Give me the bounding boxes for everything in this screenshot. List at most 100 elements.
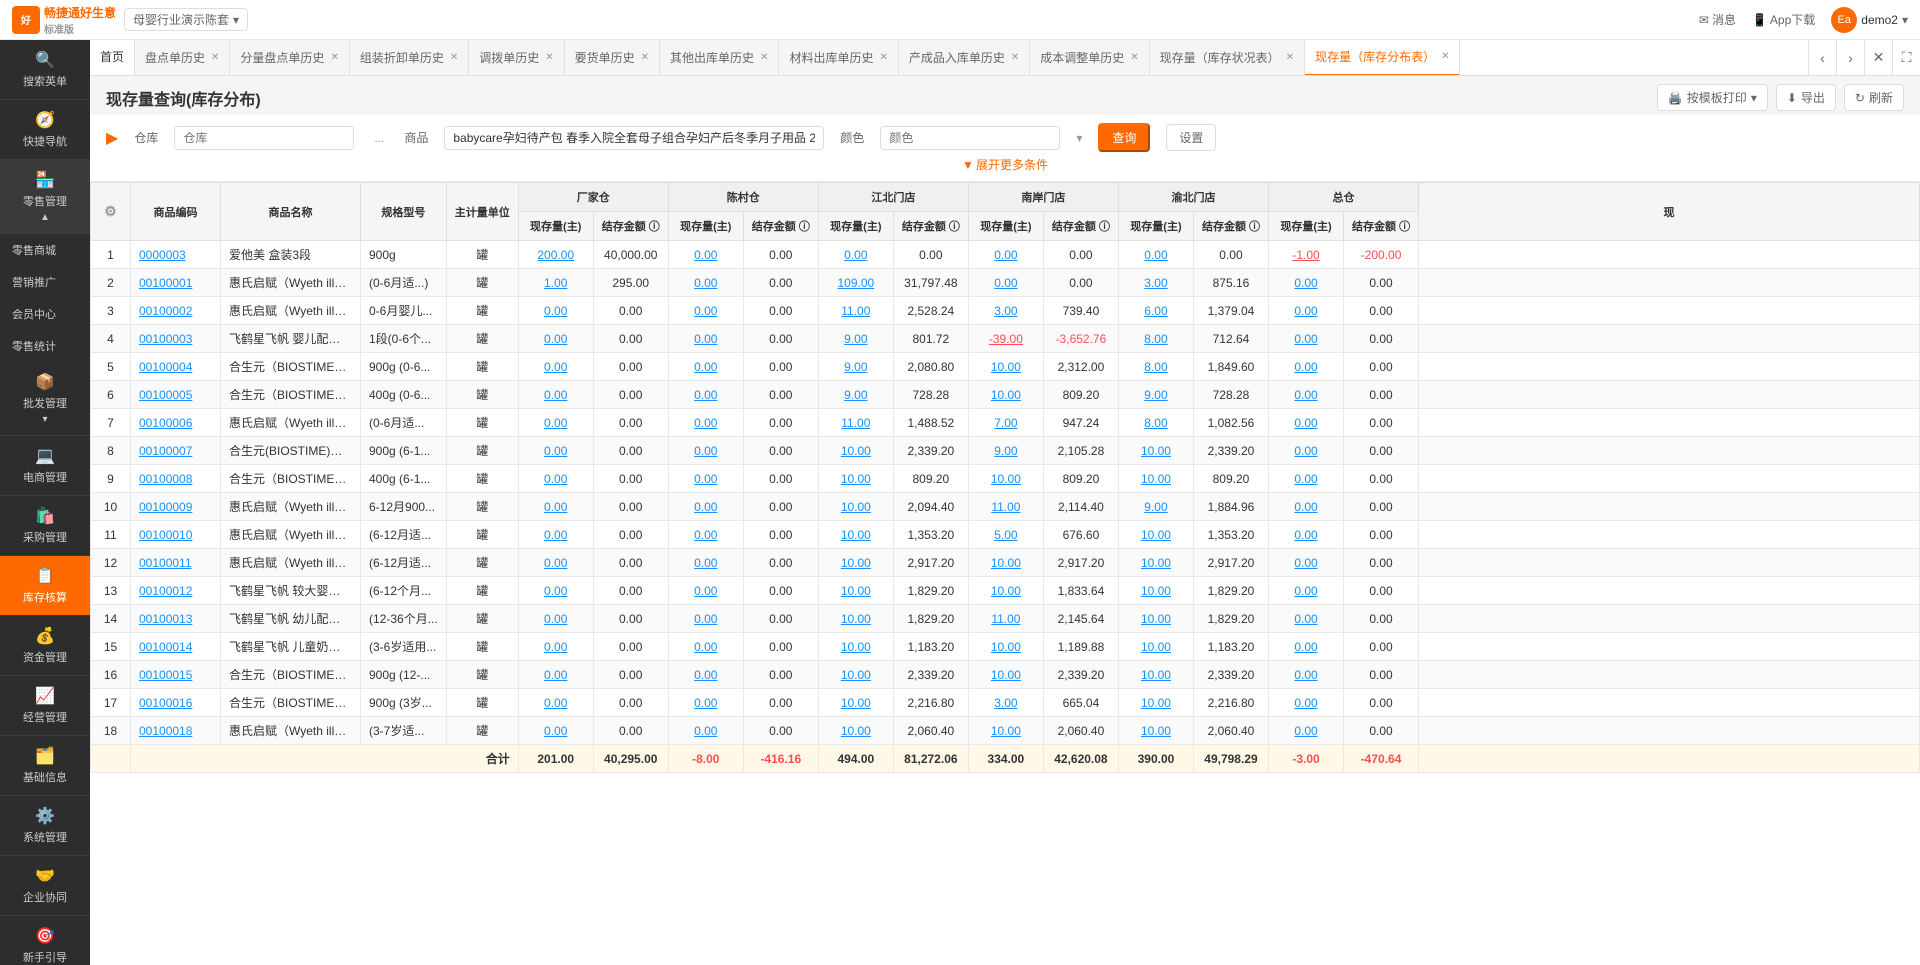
cell-n-qty[interactable]: 10.00: [968, 661, 1043, 689]
cell-y-qty[interactable]: 10.00: [1118, 437, 1193, 465]
sidebar-item-wholesale[interactable]: 📦 批发管理 ▾: [0, 362, 90, 436]
cell-t-qty[interactable]: -1.00: [1269, 241, 1344, 269]
tab-partial-stockcheck[interactable]: 分量盘点单历史 ✕: [230, 40, 349, 76]
cell-code[interactable]: 00100006: [131, 409, 221, 437]
cell-c-qty[interactable]: 0.00: [668, 409, 743, 437]
sidebar-item-base-info[interactable]: 🗂️ 基础信息: [0, 736, 90, 796]
cell-n-qty[interactable]: 10.00: [968, 549, 1043, 577]
cell-t-qty[interactable]: 0.00: [1269, 577, 1344, 605]
cell-y-qty[interactable]: 10.00: [1118, 689, 1193, 717]
cell-y-qty[interactable]: 8.00: [1118, 325, 1193, 353]
cell-c-qty[interactable]: 0.00: [668, 269, 743, 297]
close-icon[interactable]: ✕: [211, 52, 219, 63]
cell-c-qty[interactable]: 0.00: [668, 661, 743, 689]
cell-t-qty[interactable]: 0.00: [1269, 549, 1344, 577]
cell-t-qty[interactable]: 0.00: [1269, 521, 1344, 549]
tab-requisition[interactable]: 要货单历史 ✕: [565, 40, 660, 76]
cell-j-qty[interactable]: 10.00: [818, 493, 893, 521]
cell-j-qty[interactable]: 10.00: [818, 465, 893, 493]
cell-f-qty[interactable]: 200.00: [518, 241, 593, 269]
cell-n-qty[interactable]: 10.00: [968, 381, 1043, 409]
settings-icon[interactable]: ⚙: [104, 203, 117, 219]
cell-code[interactable]: 00100007: [131, 437, 221, 465]
cell-j-qty[interactable]: 10.00: [818, 521, 893, 549]
cell-f-qty[interactable]: 0.00: [518, 717, 593, 745]
cell-y-qty[interactable]: 6.00: [1118, 297, 1193, 325]
sidebar-item-nav[interactable]: 🧭 快捷导航: [0, 100, 90, 160]
cell-t-qty[interactable]: 0.00: [1269, 353, 1344, 381]
cell-j-qty[interactable]: 10.00: [818, 689, 893, 717]
cell-f-qty[interactable]: 0.00: [518, 353, 593, 381]
cell-y-qty[interactable]: 10.00: [1118, 577, 1193, 605]
cell-code[interactable]: 00100012: [131, 577, 221, 605]
close-icon[interactable]: ✕: [760, 52, 768, 63]
cell-y-qty[interactable]: 10.00: [1118, 661, 1193, 689]
sidebar-item-system[interactable]: ⚙️ 系统管理: [0, 796, 90, 856]
cell-j-qty[interactable]: 10.00: [818, 717, 893, 745]
cell-c-qty[interactable]: 0.00: [668, 521, 743, 549]
cell-n-qty[interactable]: 10.00: [968, 577, 1043, 605]
cell-code[interactable]: 00100005: [131, 381, 221, 409]
cell-c-qty[interactable]: 0.00: [668, 465, 743, 493]
sidebar-item-member[interactable]: 会员中心: [0, 298, 90, 330]
export-btn[interactable]: ⬇ 导出: [1776, 84, 1836, 111]
cell-j-qty[interactable]: 10.00: [818, 437, 893, 465]
cell-y-qty[interactable]: 10.00: [1118, 465, 1193, 493]
sidebar-item-finance[interactable]: 💰 资金管理: [0, 616, 90, 676]
cell-t-qty[interactable]: 0.00: [1269, 633, 1344, 661]
cell-f-qty[interactable]: 0.00: [518, 465, 593, 493]
cell-j-qty[interactable]: 11.00: [818, 297, 893, 325]
cell-c-qty[interactable]: 0.00: [668, 241, 743, 269]
cell-n-qty[interactable]: 0.00: [968, 241, 1043, 269]
cell-t-qty[interactable]: 0.00: [1269, 661, 1344, 689]
sidebar-item-guide[interactable]: 🎯 新手引导: [0, 916, 90, 965]
expand-conditions-btn[interactable]: ▼ 展开更多条件: [106, 156, 1904, 173]
cell-t-qty[interactable]: 0.00: [1269, 437, 1344, 465]
cell-n-qty[interactable]: 10.00: [968, 633, 1043, 661]
tab-other-outbound[interactable]: 其他出库单历史 ✕: [660, 40, 779, 76]
warehouse-input[interactable]: [174, 126, 354, 150]
cell-y-qty[interactable]: 0.00: [1118, 241, 1193, 269]
cell-j-qty[interactable]: 9.00: [818, 353, 893, 381]
warehouse-dots[interactable]: ...: [370, 131, 388, 145]
cell-c-qty[interactable]: 0.00: [668, 381, 743, 409]
cell-f-qty[interactable]: 0.00: [518, 605, 593, 633]
sidebar-item-retail-stats[interactable]: 零售统计: [0, 330, 90, 362]
close-icon[interactable]: ✕: [1011, 52, 1019, 63]
close-icon[interactable]: ✕: [641, 52, 649, 63]
sidebar-item-operation[interactable]: 📈 经营管理: [0, 676, 90, 736]
cell-n-qty[interactable]: 11.00: [968, 605, 1043, 633]
cell-j-qty[interactable]: 10.00: [818, 605, 893, 633]
tab-product-inbound[interactable]: 产成品入库单历史 ✕: [899, 40, 1030, 76]
close-icon[interactable]: ✕: [1441, 51, 1449, 62]
cell-t-qty[interactable]: 0.00: [1269, 325, 1344, 353]
query-btn[interactable]: 查询: [1098, 123, 1150, 152]
cell-c-qty[interactable]: 0.00: [668, 353, 743, 381]
cell-t-qty[interactable]: 0.00: [1269, 717, 1344, 745]
sidebar-item-retail-mall[interactable]: 零售商城: [0, 234, 90, 266]
tab-stockcheck-history[interactable]: 盘点单历史 ✕: [135, 40, 230, 76]
table-container[interactable]: ⚙ 商品编码 商品名称 规格型号 主计量单位 厂家仓 陈村仓 江北门店 南岸门店: [90, 182, 1920, 965]
cell-c-qty[interactable]: 0.00: [668, 717, 743, 745]
cell-y-qty[interactable]: 9.00: [1118, 381, 1193, 409]
cell-f-qty[interactable]: 0.00: [518, 325, 593, 353]
tab-prev-btn[interactable]: ‹: [1808, 40, 1836, 76]
cell-n-qty[interactable]: 7.00: [968, 409, 1043, 437]
app-download-btn[interactable]: 📱 App下载: [1752, 11, 1815, 28]
cell-n-qty[interactable]: 11.00: [968, 493, 1043, 521]
cell-code[interactable]: 00100016: [131, 689, 221, 717]
cell-f-qty[interactable]: 0.00: [518, 437, 593, 465]
tab-stock-status[interactable]: 现存量（库存状况表） ✕: [1150, 40, 1305, 76]
print-btn[interactable]: 🖨️ 按模板打印 ▾: [1657, 84, 1768, 111]
cell-c-qty[interactable]: 0.00: [668, 633, 743, 661]
close-icon[interactable]: ✕: [330, 52, 338, 63]
cell-y-qty[interactable]: 9.00: [1118, 493, 1193, 521]
cell-f-qty[interactable]: 0.00: [518, 493, 593, 521]
tab-stock-distribution[interactable]: 现存量（库存分布表） ✕: [1305, 40, 1460, 76]
close-icon[interactable]: ✕: [1286, 52, 1294, 63]
cell-code[interactable]: 00100011: [131, 549, 221, 577]
cell-y-qty[interactable]: 10.00: [1118, 521, 1193, 549]
filter-collapse-btn[interactable]: ▶: [106, 128, 118, 148]
sidebar-item-purchase[interactable]: 🛍️ 采购管理: [0, 496, 90, 556]
cell-j-qty[interactable]: 10.00: [818, 661, 893, 689]
